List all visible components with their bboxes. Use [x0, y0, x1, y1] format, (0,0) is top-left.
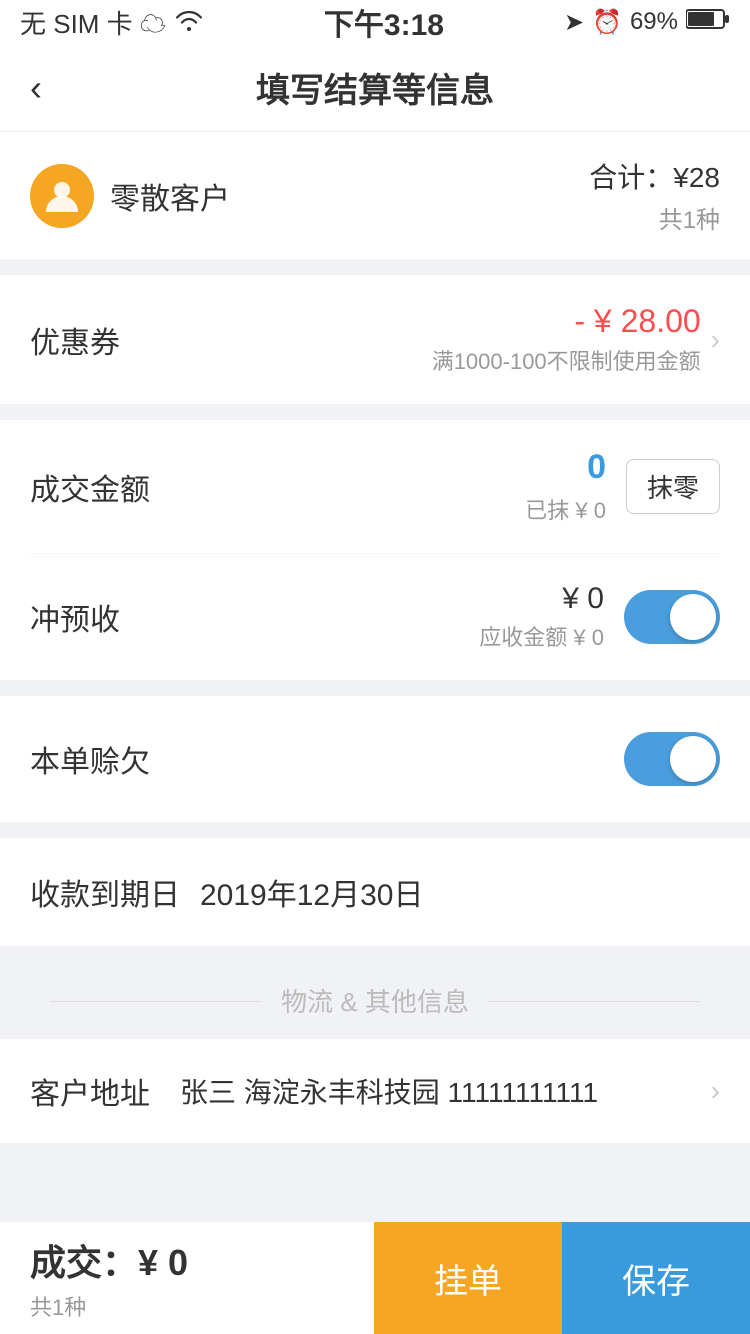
round-zero-button[interactable]: 抹零 [626, 459, 720, 514]
save-button[interactable]: 保存 [562, 1222, 750, 1334]
customer-name: 零散客户 [110, 174, 230, 218]
pre-receive-sub: 应收金额 ¥ 0 [479, 620, 604, 652]
bottom-count: 共1种 [30, 1290, 344, 1322]
debt-label: 本单赊欠 [30, 737, 150, 781]
due-date-value: 2019年12月30日 [200, 870, 423, 914]
no-sim-text: 无 SIM 卡 ☁ [20, 4, 166, 41]
coupon-right: - ¥ 28.00 满1000-100不限制使用金额 › [432, 303, 720, 376]
deal-amount-label: 成交金额 [30, 465, 150, 509]
back-button[interactable]: ‹ [30, 67, 42, 109]
customer-count: 共1种 [589, 200, 720, 235]
pre-receive-row: 冲预收 ¥ 0 应收金额 ¥ 0 [30, 554, 720, 680]
alarm-icon: ⏰ [592, 8, 622, 37]
coupon-chevron-icon: › [711, 324, 720, 356]
deal-amount-right: 0 已抹 ¥ 0 抹零 [525, 448, 720, 525]
debt-section: 本单赊欠 [0, 696, 750, 822]
status-left: 无 SIM 卡 ☁ [20, 4, 204, 41]
bottom-deal-label: 成交： [30, 1242, 138, 1283]
address-value: 张三 海淀永丰科技园 11111111111 [180, 1071, 711, 1111]
coupon-description: 满1000-100不限制使用金额 [432, 344, 701, 376]
deal-amount-value: 0 [525, 448, 606, 487]
status-time: 下午3:18 [324, 0, 444, 44]
coupon-label: 优惠券 [30, 318, 120, 362]
logistics-divider: 物流 & 其他信息 [0, 962, 750, 1039]
debt-toggle[interactable] [624, 732, 720, 786]
pre-receive-label: 冲预收 [30, 595, 120, 639]
wifi-icon [174, 7, 204, 38]
address-chevron-icon: › [711, 1075, 720, 1107]
coupon-discount: - ¥ 28.00 [432, 303, 701, 340]
address-section[interactable]: 客户地址 张三 海淀永丰科技园 11111111111 › [0, 1039, 750, 1143]
battery-icon [686, 8, 730, 37]
customer-total: 合计：¥28 [589, 156, 720, 196]
nav-bar: ‹ 填写结算等信息 [0, 44, 750, 132]
debt-row: 本单赊欠 [30, 696, 720, 822]
hang-button[interactable]: 挂单 [374, 1222, 562, 1334]
page-title: 填写结算等信息 [256, 63, 494, 112]
due-date-label: 收款到期日 [30, 870, 180, 914]
address-row: 客户地址 张三 海淀永丰科技园 11111111111 › [30, 1069, 720, 1113]
toggle-knob [670, 594, 716, 640]
content: 零散客户 合计：¥28 共1种 优惠券 - ¥ 28.00 满1000-100不… [0, 132, 750, 1279]
coupon-section[interactable]: 优惠券 - ¥ 28.00 满1000-100不限制使用金额 › [0, 275, 750, 404]
location-icon: ➤ [564, 8, 584, 37]
pre-receive-value: ¥ 0 [479, 582, 604, 616]
due-date-section: 收款到期日 2019年12月30日 [0, 838, 750, 946]
customer-avatar [30, 164, 94, 228]
bottom-deal-value: ¥ 0 [138, 1242, 188, 1283]
address-label: 客户地址 [30, 1069, 150, 1113]
customer-section: 零散客户 合计：¥28 共1种 [0, 132, 750, 259]
pre-receive-toggle[interactable] [624, 590, 720, 644]
status-right: ➤ ⏰ 69% [564, 8, 730, 37]
pre-receive-right: ¥ 0 应收金额 ¥ 0 [479, 582, 720, 652]
logistics-divider-text: 物流 & 其他信息 [261, 987, 489, 1017]
bottom-bar: 成交：¥ 0 共1种 挂单 保存 [0, 1222, 750, 1334]
bottom-info: 成交：¥ 0 共1种 [0, 1234, 374, 1322]
bottom-deal-amount: 成交：¥ 0 [30, 1234, 344, 1286]
debt-toggle-knob [670, 736, 716, 782]
deal-section: 成交金额 0 已抹 ¥ 0 抹零 冲预收 ¥ 0 应收金额 ¥ 0 [0, 420, 750, 680]
battery-text: 69% [630, 8, 678, 36]
status-bar: 无 SIM 卡 ☁ 下午3:18 ➤ ⏰ 69% [0, 0, 750, 44]
customer-left: 零散客户 [30, 164, 230, 228]
customer-right: 合计：¥28 共1种 [589, 156, 720, 235]
deal-amount-row: 成交金额 0 已抹 ¥ 0 抹零 [30, 420, 720, 554]
deal-amount-sub: 已抹 ¥ 0 [525, 493, 606, 525]
